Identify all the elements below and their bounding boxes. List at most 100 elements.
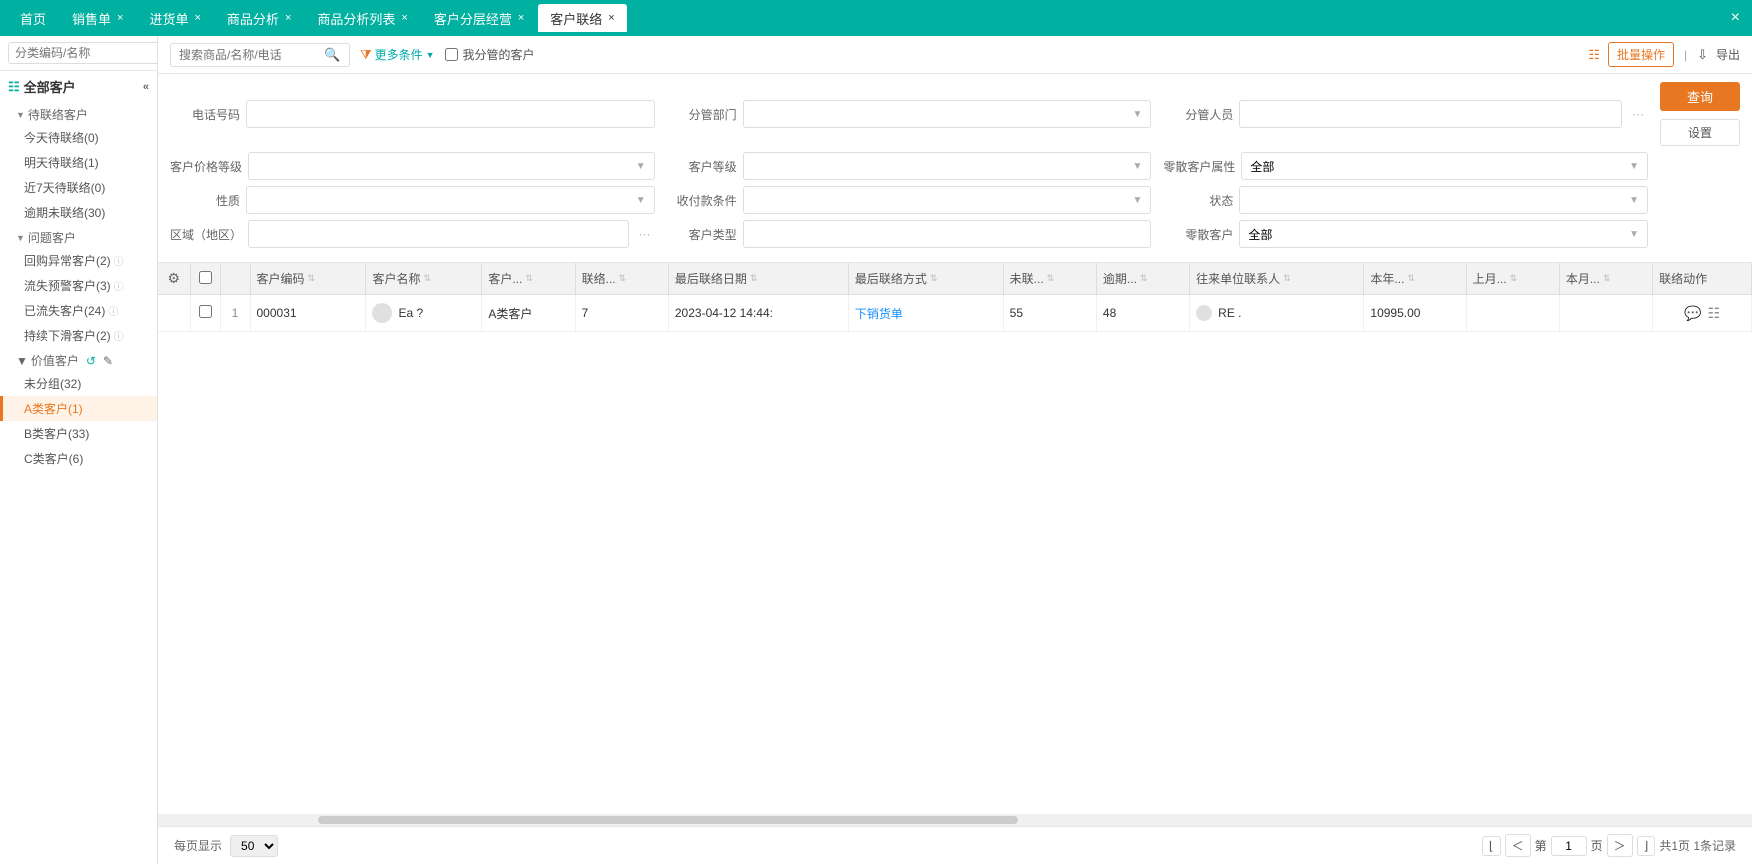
tab-sales-close[interactable]: ×	[117, 12, 123, 24]
sidebar-b-class[interactable]: B类客户(33)	[0, 421, 157, 446]
tab-purchase-close[interactable]: ×	[194, 12, 200, 24]
sidebar-declining-customers[interactable]: 持续下滑客户(2) ⓘ	[0, 323, 157, 348]
sidebar-lost-customers[interactable]: 已流失客户(24) ⓘ	[0, 298, 157, 323]
tab-analysis-list-close[interactable]: ×	[401, 12, 407, 24]
col-seq	[220, 263, 250, 295]
dept-select[interactable]: ▼	[743, 100, 1152, 128]
problem-customers-group[interactable]: ▼ 问题客户	[0, 225, 157, 248]
sort-icon[interactable]: ⇅	[308, 273, 316, 284]
price-level-select[interactable]: ▼	[248, 152, 655, 180]
sort-icon10[interactable]: ⇅	[1407, 273, 1415, 284]
all-customers-header[interactable]: ☷ 全部客户 «	[0, 71, 157, 102]
filter-bar: 🔍 ⧩ 更多条件 ▼ 我分管的客户 ☷ 批量操作 | ⇩ 导出	[158, 36, 1752, 74]
tab-customer-segment[interactable]: 客户分层经营 ×	[422, 4, 536, 32]
last-page-btn[interactable]: ⌋	[1637, 836, 1656, 856]
payment-select[interactable]: ▼	[743, 186, 1152, 214]
first-page-btn[interactable]: ⌊	[1482, 836, 1501, 856]
last-method-link[interactable]: 下销货单	[855, 307, 903, 321]
col-last-date-label: 最后联络日期	[675, 270, 747, 287]
my-customers-checkbox[interactable]	[445, 48, 458, 61]
tab-customer-contact[interactable]: 客户联络 ×	[538, 4, 626, 32]
row-checkbox[interactable]	[199, 305, 212, 318]
sidebar-today-pending[interactable]: 今天待联络(0)	[0, 125, 157, 150]
person-select[interactable]	[1239, 100, 1622, 128]
sort-icon12[interactable]: ⇅	[1603, 273, 1611, 284]
page-size-select[interactable]: 50	[230, 835, 278, 857]
sidebar-tomorrow-pending[interactable]: 明天待联络(1)	[0, 150, 157, 175]
sort-icon4[interactable]: ⇅	[619, 273, 627, 284]
settings-btn[interactable]: 设置	[1660, 119, 1740, 146]
close-all-tabs[interactable]: ×	[1727, 5, 1744, 31]
prev-page-btn[interactable]: ＜	[1505, 834, 1531, 857]
filter-search-input[interactable]	[179, 48, 319, 62]
sort-icon8[interactable]: ⇅	[1140, 273, 1148, 284]
my-customers-filter[interactable]: 我分管的客户	[445, 46, 535, 63]
status-select[interactable]: ▼	[1239, 186, 1648, 214]
sort-icon3[interactable]: ⇅	[525, 273, 533, 284]
chat-icon[interactable]: 💬	[1684, 305, 1701, 322]
customer-level-select[interactable]: ▼	[743, 152, 1152, 180]
tab-sales[interactable]: 销售单 ×	[60, 4, 135, 32]
sidebar-overdue-pending[interactable]: 逾期未联络(30)	[0, 200, 157, 225]
b-class-label: B类客户(33)	[24, 425, 89, 442]
qr-icon[interactable]: ☷	[1707, 305, 1720, 322]
sidebar-collapse-btn[interactable]: «	[143, 81, 149, 93]
sort-icon2[interactable]: ⇅	[423, 273, 431, 284]
refresh-icon[interactable]: ↺	[86, 354, 96, 368]
sidebar-search-input[interactable]	[8, 42, 158, 64]
filter-cell-person: 分管人员 ···	[1163, 100, 1660, 128]
tab-customer-segment-close[interactable]: ×	[518, 12, 524, 24]
edit-icon[interactable]: ✎	[103, 354, 113, 368]
customer-type-input[interactable]	[743, 220, 1152, 248]
sidebar-7days-pending[interactable]: 近7天待联络(0)	[0, 175, 157, 200]
row-actions: 💬 ☷	[1653, 295, 1752, 332]
row-overdue: 48	[1096, 295, 1189, 332]
retail-select[interactable]: 全部 ▼	[1239, 220, 1648, 248]
nature-select[interactable]: ▼	[246, 186, 655, 214]
sidebar-a-class[interactable]: A类客户(1)	[0, 396, 157, 421]
col-type: 客户... ⇅	[482, 263, 575, 295]
tab-purchase[interactable]: 进货单 ×	[137, 4, 212, 32]
payment-chevron: ▼	[1132, 195, 1142, 206]
tab-analysis-close[interactable]: ×	[285, 12, 291, 24]
row-last-method: 下销货单	[848, 295, 1003, 332]
info-icon2: ⓘ	[114, 278, 124, 293]
retail-attr-select[interactable]: 全部 ▼	[1241, 152, 1648, 180]
query-btn[interactable]: 查询	[1660, 82, 1740, 111]
sidebar-c-class[interactable]: C类客户(6)	[0, 446, 157, 471]
phone-input[interactable]	[246, 100, 655, 128]
scrollbar-thumb[interactable]	[318, 816, 1018, 824]
select-all-checkbox[interactable]	[199, 271, 212, 284]
tab-analysis-list[interactable]: 商品分析列表 ×	[305, 4, 419, 32]
more-conditions-btn[interactable]: ⧩ 更多条件 ▼	[360, 46, 435, 63]
sort-icon9[interactable]: ⇅	[1283, 273, 1291, 284]
tab-analysis[interactable]: 商品分析 ×	[215, 4, 303, 32]
batch-op-btn[interactable]: 批量操作	[1608, 42, 1674, 67]
next-page-btn[interactable]: ＞	[1607, 834, 1633, 857]
sidebar: 🔍 ☷ 全部客户 « ▼ 待联络客户 今天待联络(0) 明天待联络(1) 近7天…	[0, 36, 158, 864]
separator: |	[1684, 48, 1687, 62]
sort-icon5[interactable]: ⇅	[750, 273, 758, 284]
table-gear-icon[interactable]: ⚙	[167, 270, 180, 286]
pending-contact-group[interactable]: ▼ 待联络客户	[0, 102, 157, 125]
sort-icon6[interactable]: ⇅	[930, 273, 938, 284]
my-customers-label: 我分管的客户	[463, 46, 535, 63]
tab-home[interactable]: 首页	[8, 4, 58, 32]
sort-icon11[interactable]: ⇅	[1510, 273, 1518, 284]
filter-search-icon[interactable]: 🔍	[324, 47, 340, 63]
export-btn[interactable]: 导出	[1716, 46, 1740, 63]
region-select[interactable]	[248, 220, 629, 248]
retail-label: 零散客户	[1163, 226, 1233, 243]
col-unit-contact: 往来单位联系人 ⇅	[1190, 263, 1364, 295]
horizontal-scrollbar[interactable]	[158, 814, 1752, 826]
person-dots[interactable]: ···	[1628, 107, 1648, 121]
table-header-row: ⚙ 客户编码 ⇅	[158, 263, 1752, 295]
sidebar-loss-warning[interactable]: 流失预警客户(3) ⓘ	[0, 273, 157, 298]
sidebar-repurchase-abnormal[interactable]: 回购异常客户(2) ⓘ	[0, 248, 157, 273]
tab-customer-contact-close[interactable]: ×	[608, 12, 614, 24]
region-dots[interactable]: ···	[635, 227, 655, 241]
col-this-month-label: 本月...	[1566, 270, 1600, 287]
sort-icon7[interactable]: ⇅	[1047, 273, 1055, 284]
page-number-input[interactable]	[1551, 836, 1587, 856]
sidebar-ungrouped[interactable]: 未分组(32)	[0, 371, 157, 396]
